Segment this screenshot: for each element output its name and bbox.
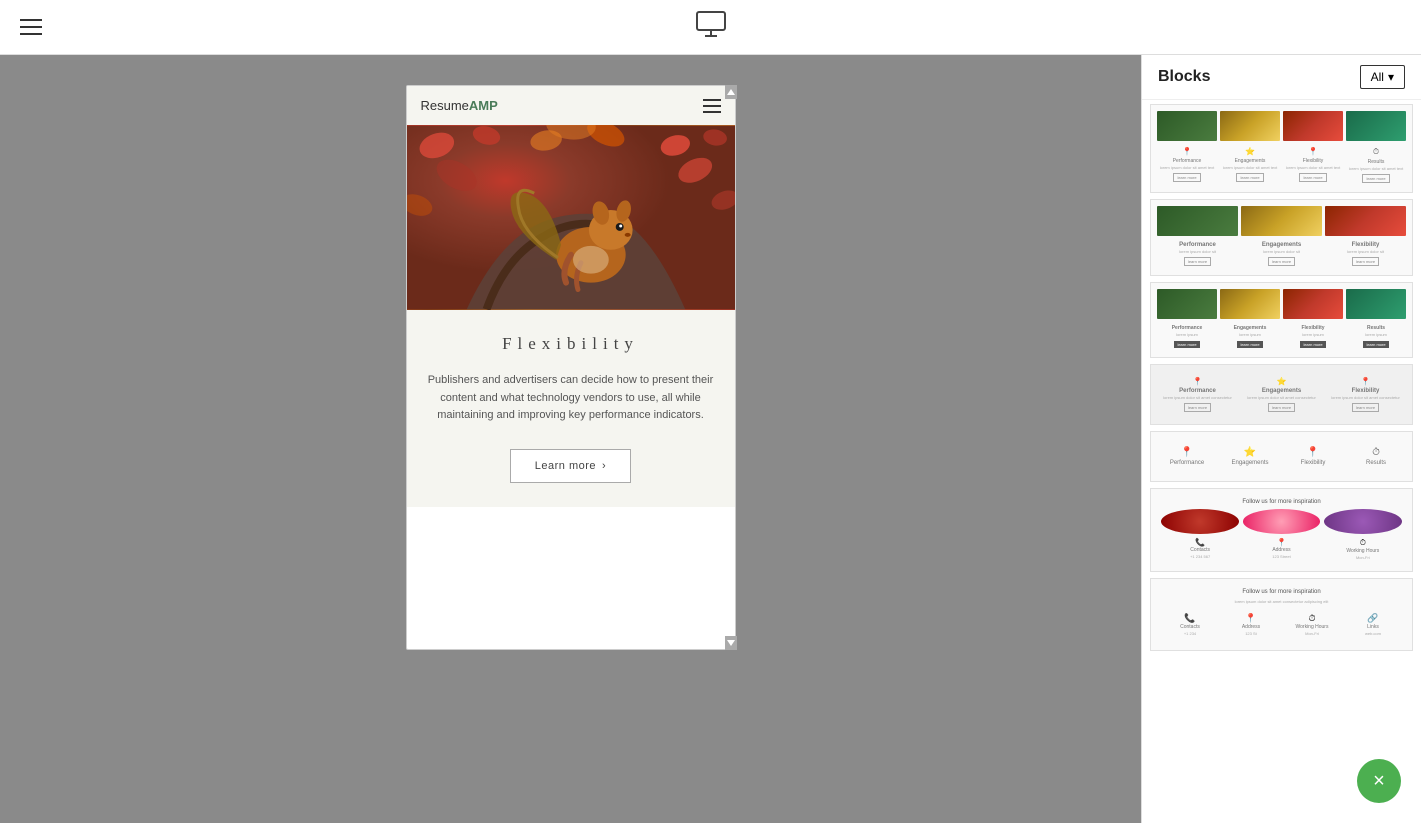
block-thumbnail: [1157, 206, 1238, 236]
block-col-engagements: ⭐ Engagements lorem ipsum dolor sit amet…: [1220, 144, 1280, 186]
block-thumbnail: [1241, 206, 1322, 236]
block-thumbnail: [1220, 289, 1280, 319]
block-col: Performance lorem ipsum dolor sit learn …: [1157, 239, 1238, 269]
block-thumbnail-forest: [1157, 111, 1217, 141]
block-col: 📍 Performance: [1157, 444, 1217, 469]
logo-amp: AMP: [469, 98, 498, 113]
phone-hamburger-icon[interactable]: [703, 99, 721, 113]
block-item[interactable]: 📍 Performance ⭐ Engagements 📍 Flexibilit…: [1150, 431, 1413, 482]
contact-col: 📍 Address 123 Street: [1242, 538, 1320, 561]
main-layout: ResumeAMP: [0, 55, 1421, 823]
block-col: Engagements lorem ipsum learn more: [1220, 322, 1280, 350]
learn-more-label: Learn more: [535, 460, 596, 472]
all-label: All: [1371, 70, 1384, 84]
topbar-left: [20, 19, 42, 35]
block-col: Results lorem ipsum learn more: [1346, 322, 1406, 350]
contact-col: ⏱ Working Hours Mon-Fri: [1283, 610, 1341, 640]
contact-col: 📍 Address 123 St: [1222, 610, 1280, 640]
learn-more-button[interactable]: Learn more ›: [510, 449, 631, 483]
hamburger-menu-icon[interactable]: [20, 19, 42, 35]
block-col: Engagements lorem ipsum dolor sit learn …: [1241, 239, 1322, 269]
logo-text: Resume: [421, 98, 469, 113]
contact-col: 🔗 Links web.com: [1344, 610, 1402, 640]
block-item[interactable]: 📍 Performance lorem ipsum dolor sit amet…: [1150, 364, 1413, 425]
social-img: [1243, 509, 1321, 534]
scroll-down-arrow[interactable]: [725, 636, 737, 650]
close-fab-icon: ×: [1373, 770, 1385, 793]
block-item[interactable]: 📍 Performance lorem ipsum dolor sit amet…: [1150, 104, 1413, 193]
blocks-list: 📍 Performance lorem ipsum dolor sit amet…: [1142, 100, 1421, 823]
block-item[interactable]: Performance lorem ipsum learn more Engag…: [1150, 282, 1413, 357]
block-item[interactable]: Follow us for more inspiration 📞 Contact…: [1150, 488, 1413, 572]
block-col: ⏱ Results: [1346, 444, 1406, 469]
blocks-sidebar: Blocks All ▾ 📍 Performance: [1141, 55, 1421, 823]
block-col-results: ⏱ Results lorem ipsum dolor sit amet tex…: [1346, 144, 1406, 186]
block-col: Flexibility lorem ipsum learn more: [1283, 322, 1343, 350]
block-thumbnail-flowers: [1346, 111, 1406, 141]
phone-section-title: Flexibility: [427, 334, 715, 354]
social-img: [1324, 509, 1402, 534]
block-item[interactable]: Follow us for more inspiration lorem ips…: [1150, 578, 1413, 651]
social-block-title: Follow us for more inspiration: [1161, 589, 1402, 595]
all-filter-button[interactable]: All ▾: [1360, 65, 1405, 89]
phone-description: Publishers and advertisers can decide ho…: [427, 372, 715, 425]
dropdown-arrow: ▾: [1388, 70, 1394, 84]
topbar: [0, 0, 1421, 55]
phone-mockup: ResumeAMP: [406, 85, 736, 650]
block-thumbnail: [1157, 289, 1217, 319]
block-thumbnail-sunray: [1220, 111, 1280, 141]
close-fab-button[interactable]: ×: [1357, 759, 1401, 803]
block-col: 📍 Flexibility lorem ipsum dolor sit amet…: [1325, 371, 1406, 418]
contact-col: ⏱ Working Hours Mon-Fri: [1324, 538, 1402, 561]
contact-col: 📞 Contacts +1 234: [1161, 610, 1219, 640]
sidebar-title: Blocks: [1158, 68, 1210, 86]
block-col-performance: 📍 Performance lorem ipsum dolor sit amet…: [1157, 144, 1217, 186]
learn-more-arrow: ›: [602, 460, 606, 472]
sidebar-header: Blocks All ▾: [1142, 55, 1421, 100]
phone-logo: ResumeAMP: [421, 98, 498, 113]
block-col: 📍 Performance lorem ipsum dolor sit amet…: [1157, 371, 1238, 418]
block-col-flexibility: 📍 Flexibility lorem ipsum dolor sit amet…: [1283, 144, 1343, 186]
phone-content: Flexibility Publishers and advertisers c…: [407, 310, 735, 507]
block-thumbnail: [1325, 206, 1406, 236]
block-thumbnail: [1283, 289, 1343, 319]
phone-nav: ResumeAMP: [407, 86, 735, 125]
block-col: ⭐ Engagements lorem ipsum dolor sit amet…: [1241, 371, 1322, 418]
phone-hero-image: [407, 125, 735, 310]
social-img: [1161, 509, 1239, 534]
block-item[interactable]: Performance lorem ipsum dolor sit learn …: [1150, 199, 1413, 276]
preview-area: ResumeAMP: [0, 55, 1141, 823]
block-thumbnail: [1346, 289, 1406, 319]
block-col: Flexibility lorem ipsum dolor sit learn …: [1325, 239, 1406, 269]
contact-col: 📞 Contacts +1 234 567: [1161, 538, 1239, 561]
block-col: 📍 Flexibility: [1283, 444, 1343, 469]
scroll-up-arrow[interactable]: [725, 85, 737, 99]
block-col: Performance lorem ipsum learn more: [1157, 322, 1217, 350]
monitor-icon: [695, 10, 727, 45]
block-thumbnail-autumn: [1283, 111, 1343, 141]
block-col: ⭐ Engagements: [1220, 444, 1280, 469]
topbar-center: [695, 10, 727, 45]
social-block-title: Follow us for more inspiration: [1161, 499, 1402, 505]
